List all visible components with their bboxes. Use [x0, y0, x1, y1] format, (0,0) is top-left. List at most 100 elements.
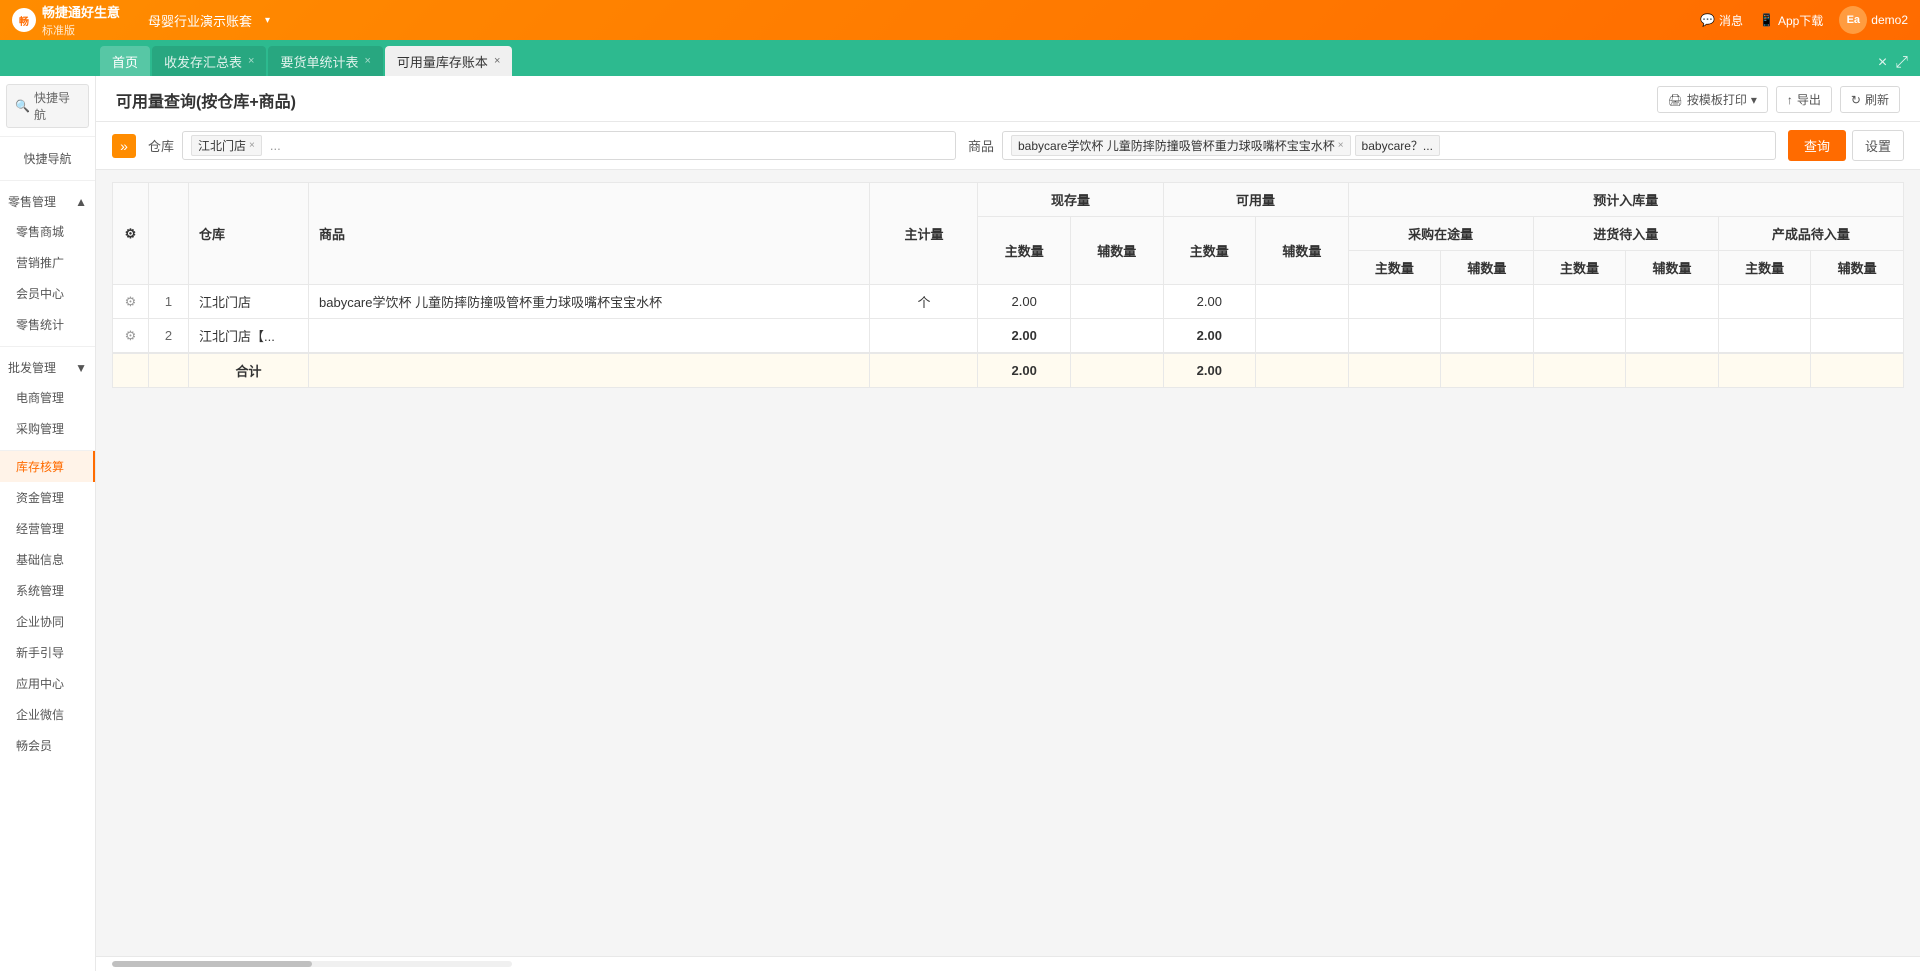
tab-stock-close-icon[interactable]: × [494, 55, 500, 67]
horizontal-scrollbar[interactable] [112, 961, 512, 967]
close-all-icon[interactable]: × [1878, 54, 1887, 72]
wholesale-section-label: 批发管理 [8, 359, 56, 376]
product-filter-input[interactable]: babycare学饮杯 儿童防摔防撞吸管杯重力球吸嘴杯宝宝水杯 × babyca… [1002, 131, 1776, 160]
sidebar-section-retail-header[interactable]: 零售管理 ▲ [0, 187, 95, 216]
brand-subtitle: 标准版 [42, 22, 120, 38]
page-header: 可用量查询(按仓库+商品) 🖨 按模板打印 ▾ ↑ 导出 ↻ 刷新 [96, 76, 1920, 122]
avatar: Ea [1839, 6, 1867, 34]
logo-icon: 畅 [12, 8, 36, 32]
col-gear-header[interactable]: ⚙ [113, 183, 149, 285]
col-incoming-aux-sub: 辅数量 [1626, 251, 1719, 285]
scrollbar-thumb [112, 961, 312, 967]
sidebar-item-wechat[interactable]: 企业微信 [0, 699, 95, 730]
col-main-unit-header: 主计量 [870, 183, 978, 285]
top-bar-right: 💬 消息 📱 App下载 Ea demo2 [1700, 6, 1908, 34]
sidebar-item-purchase[interactable]: 采购管理 [0, 413, 95, 444]
sidebar: 🔍 快捷导航 快捷导航 零售管理 ▲ 零售商城 营销推广 会员中心 [0, 76, 96, 971]
summary-purchase-main [1348, 353, 1441, 388]
expand-arrows-icon: » [120, 138, 128, 154]
sidebar-item-new-guide[interactable]: 新手引导 [0, 637, 95, 668]
page-title: 可用量查询(按仓库+商品) [116, 88, 296, 112]
download-icon: 📱 [1759, 13, 1774, 27]
template-print-button[interactable]: 🖨 按模板打印 ▾ [1657, 86, 1768, 113]
sidebar-item-app-center[interactable]: 应用中心 [0, 668, 95, 699]
tab-home-label: 首页 [112, 52, 138, 71]
sidebar-item-quick-nav[interactable]: 快捷导航 [0, 143, 95, 174]
dropdown-arrow-icon: ▾ [1751, 93, 1757, 107]
col-incoming-main-sub: 主数量 [1533, 251, 1626, 285]
sidebar-item-retail-mall[interactable]: 零售商城 [0, 216, 95, 247]
user-area[interactable]: Ea demo2 [1839, 6, 1908, 34]
col-production-main-sub: 主数量 [1718, 251, 1811, 285]
row1-warehouse: 江北门店 [189, 285, 309, 319]
page-actions: 🖨 按模板打印 ▾ ↑ 导出 ↻ 刷新 [1657, 86, 1900, 113]
query-button[interactable]: 查询 [1788, 130, 1846, 161]
row1-production-main [1718, 285, 1811, 319]
tab-receipt-summary[interactable]: 收发存汇总表 × [152, 46, 266, 76]
expand-icon[interactable]: ⤢ [1895, 54, 1908, 72]
sidebar-item-marketing[interactable]: 营销推广 [0, 247, 95, 278]
summary-avail-aux [1256, 353, 1349, 388]
search-menu-button[interactable]: 🔍 快捷导航 [6, 84, 89, 128]
sidebar-item-retail-stats[interactable]: 零售统计 [0, 309, 95, 340]
row2-purchase-aux [1441, 319, 1534, 354]
summary-production-main [1718, 353, 1811, 388]
sidebar-item-finance[interactable]: 资金管理 [0, 482, 95, 513]
row2-incoming-aux [1626, 319, 1719, 354]
sidebar-item-system[interactable]: 系统管理 [0, 575, 95, 606]
tab-receipt-close-icon[interactable]: × [248, 55, 254, 67]
summary-production-aux [1811, 353, 1904, 388]
row1-purchase-aux [1441, 285, 1534, 319]
sidebar-item-ecommerce[interactable]: 电商管理 [0, 382, 95, 413]
sidebar-item-member[interactable]: 会员中心 [0, 278, 95, 309]
row2-gear[interactable]: ⚙ [113, 319, 149, 354]
col-production-aux-sub: 辅数量 [1811, 251, 1904, 285]
chevron-down-icon: ▼ [75, 361, 87, 375]
table-area: ⚙ 仓库 商品 主计量 现存量 [96, 170, 1920, 956]
row2-warehouse: 江北门店【... [189, 319, 309, 354]
sidebar-section-wholesale-header[interactable]: 批发管理 ▼ [0, 353, 95, 382]
export-button[interactable]: ↑ 导出 [1776, 86, 1832, 113]
settings-button[interactable]: 设置 [1852, 130, 1904, 161]
filter-expand-button[interactable]: » [112, 134, 136, 158]
tab-bar: 首页 收发存汇总表 × 要货单统计表 × 可用量库存账本 × × ⤢ [0, 40, 1920, 76]
printer-icon: 🖨 [1668, 93, 1683, 107]
row1-seq: 1 [149, 285, 189, 319]
col-avail-aux-header: 辅数量 [1256, 217, 1349, 285]
product-filter-group: 商品 babycare学饮杯 儿童防摔防撞吸管杯重力球吸嘴杯宝宝水杯 × bab… [968, 131, 1776, 160]
refresh-icon: ↻ [1851, 93, 1861, 107]
warehouse-filter-group: 仓库 江北门店 × ... [148, 131, 956, 160]
tab-order-stats[interactable]: 要货单统计表 × [268, 46, 382, 76]
industry-dropdown[interactable]: 母婴行业演示账套 ▾ [140, 9, 276, 32]
row2-stock-aux [1070, 319, 1163, 354]
product-tag-2: babycare？... [1355, 135, 1440, 156]
row1-avail-main: 2.00 [1163, 285, 1256, 319]
warehouse-tag-close-icon[interactable]: × [249, 140, 255, 151]
tab-order-label: 要货单统计表 [280, 52, 358, 71]
sidebar-item-operations[interactable]: 经营管理 [0, 513, 95, 544]
row1-gear[interactable]: ⚙ [113, 285, 149, 319]
sidebar-nav: 快捷导航 [0, 137, 95, 181]
product-tag-1-close-icon[interactable]: × [1338, 140, 1344, 151]
sidebar-item-enterprise[interactable]: 企业协同 [0, 606, 95, 637]
summary-purchase-aux [1441, 353, 1534, 388]
refresh-button[interactable]: ↻ 刷新 [1840, 86, 1900, 113]
col-incoming-pending-header: 进货待入量 [1533, 217, 1718, 251]
tab-stock-label: 可用量库存账本 [397, 52, 488, 71]
main-layout: 🔍 快捷导航 快捷导航 零售管理 ▲ 零售商城 营销推广 会员中心 [0, 76, 1920, 971]
tab-order-close-icon[interactable]: × [364, 55, 370, 67]
col-purchase-main-sub: 主数量 [1348, 251, 1441, 285]
col-available-header: 可用量 [1163, 183, 1348, 217]
col-warehouse-header: 仓库 [189, 183, 309, 285]
app-download-btn[interactable]: 📱 App下载 [1759, 12, 1823, 29]
sidebar-item-stock[interactable]: 库存核算 [0, 451, 95, 482]
tab-home[interactable]: 首页 [100, 46, 150, 76]
sidebar-item-member2[interactable]: 畅会员 [0, 730, 95, 761]
col-avail-main-header: 主数量 [1163, 217, 1256, 285]
tab-available-stock[interactable]: 可用量库存账本 × [385, 46, 512, 76]
sidebar-item-basic-info[interactable]: 基础信息 [0, 544, 95, 575]
message-btn[interactable]: 💬 消息 [1700, 12, 1743, 29]
col-purchase-aux-sub: 辅数量 [1441, 251, 1534, 285]
sidebar-section-retail: 零售管理 ▲ 零售商城 营销推广 会员中心 零售统计 [0, 181, 95, 347]
warehouse-filter-input[interactable]: 江北门店 × ... [182, 131, 956, 160]
